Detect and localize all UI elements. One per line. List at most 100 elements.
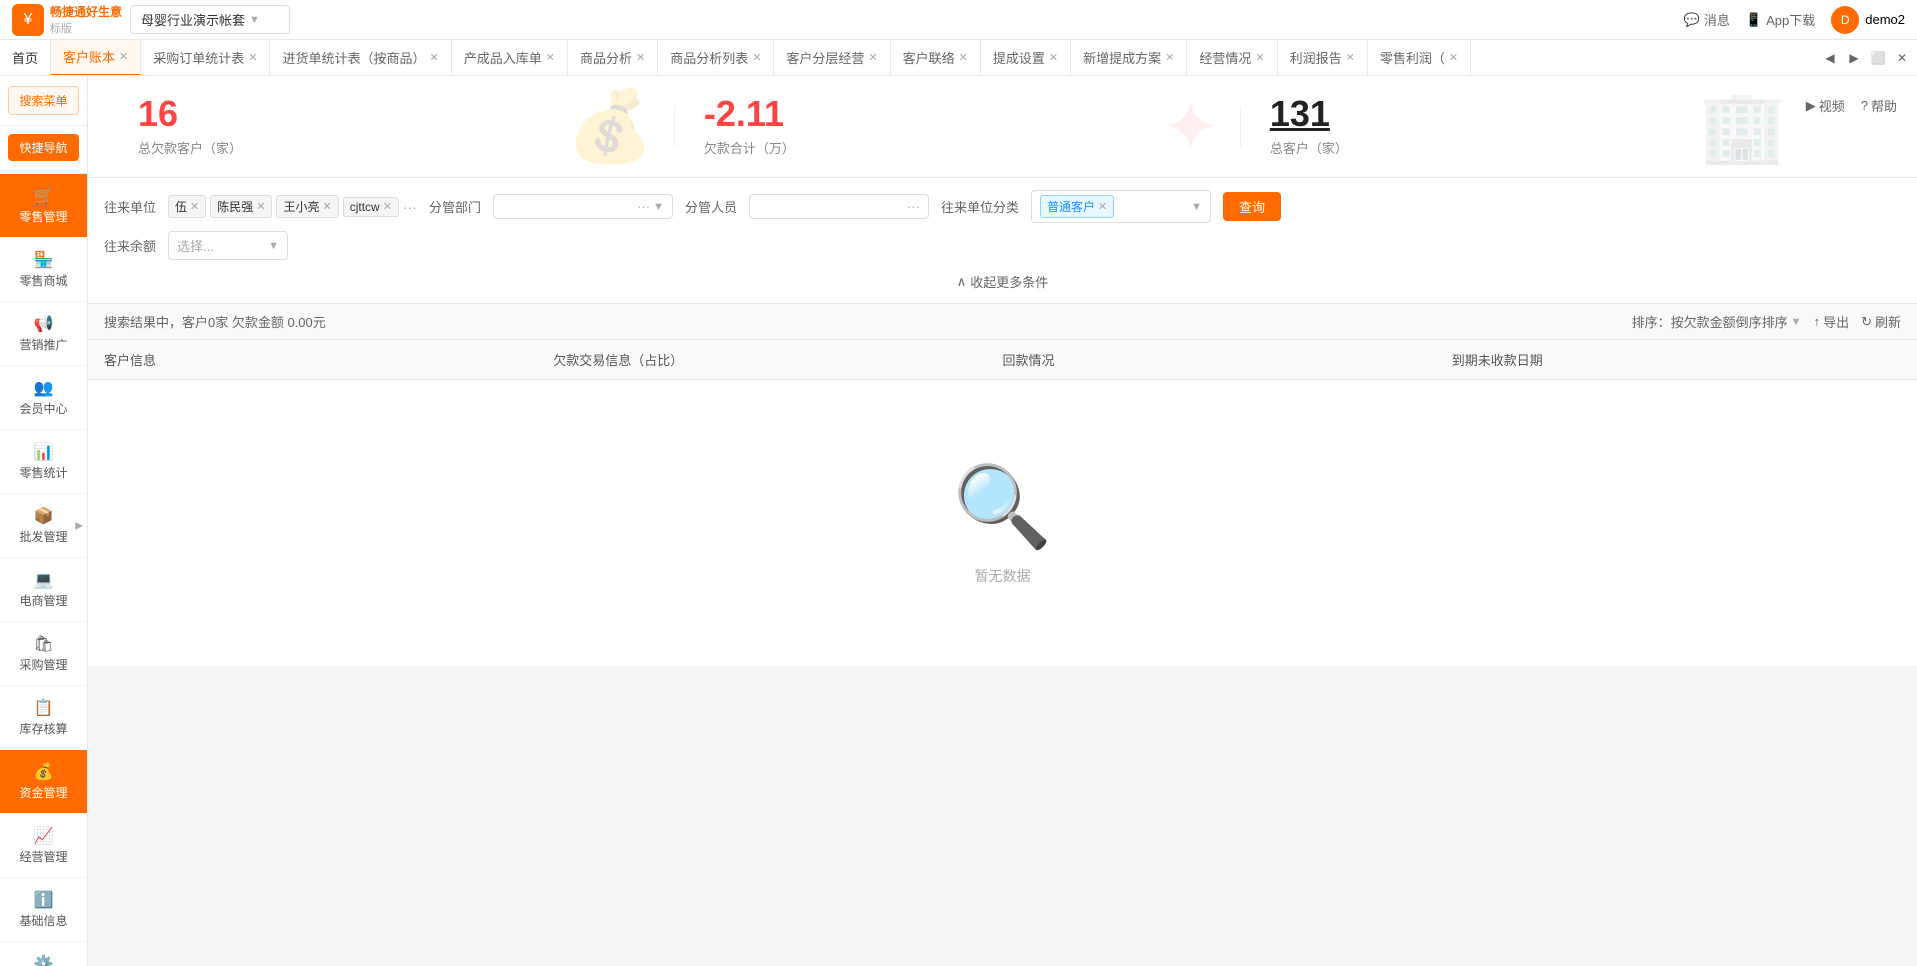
tab-close-contact[interactable]: ✕ xyxy=(959,51,968,64)
sidebar-item-ecommerce[interactable]: 💻 电商管理 xyxy=(0,558,87,622)
inventory-icon: 📋 xyxy=(34,698,54,718)
filter-tag-wang: 王小亮 ✕ xyxy=(276,195,338,218)
total-customers-label: 总客户（家） xyxy=(1270,138,1348,157)
new-promo-tab-label: 新增提成方案 xyxy=(1083,48,1161,67)
sidebar-search-area: 搜索菜单 xyxy=(0,76,87,126)
tab-business-status[interactable]: 经营情况 ✕ xyxy=(1187,40,1277,76)
results-actions: 排序：按欠款金额倒序排序 ▼ ↑ 导出 ↻ 刷新 xyxy=(1632,312,1901,331)
results-info: 搜索结果中，客户0家 欠款金额 0.00元 xyxy=(104,312,326,331)
empty-state: 🔍 暂无数据 xyxy=(88,380,1917,666)
sidebar-item-retail-shop[interactable]: 🏪 零售商城 xyxy=(0,238,87,302)
tab-close-profit[interactable]: ✕ xyxy=(1346,51,1355,64)
sidebar-item-finance[interactable]: 💰 资金管理 xyxy=(0,750,87,814)
batch-expand-icon: ▶ xyxy=(75,520,83,531)
tab-close-promo[interactable]: ✕ xyxy=(1049,51,1058,64)
base-info-icon: ℹ️ xyxy=(34,890,54,910)
more-tags-button[interactable]: ··· xyxy=(403,199,417,215)
tab-customer-tier[interactable]: 客户分层经营 ✕ xyxy=(774,40,890,76)
app-icon: 📱 xyxy=(1746,12,1762,28)
cost-inbound-tab-label: 产成品入库单 xyxy=(464,48,542,67)
collapse-row: ∧ 收起更多条件 xyxy=(104,268,1901,291)
tab-goods-analysis[interactable]: 商品分析 ✕ xyxy=(568,40,658,76)
marketing-icon: 📢 xyxy=(34,314,54,334)
search-button[interactable]: 查询 xyxy=(1223,192,1281,221)
balance-chevron-icon: ▼ xyxy=(268,240,279,252)
dept-select[interactable]: ··· ▼ xyxy=(493,194,673,219)
tab-goods-analysis-list[interactable]: 商品分析列表 ✕ xyxy=(658,40,774,76)
sidebar-item-sys-mgmt[interactable]: ⚙️ 系统管理 xyxy=(0,942,87,966)
remove-wu-button[interactable]: ✕ xyxy=(190,200,199,213)
tab-close-goods[interactable]: ✕ xyxy=(636,51,645,64)
tab-next-button[interactable]: ▶ xyxy=(1843,47,1865,69)
retail-profit-tab-label: 零售利润（ xyxy=(1380,48,1445,67)
sidebar-item-purchase[interactable]: 🛍 采购管理 xyxy=(0,622,87,686)
remove-wang-button[interactable]: ✕ xyxy=(323,200,332,213)
tab-retail-profit[interactable]: 零售利润（ ✕ xyxy=(1368,40,1471,76)
tab-close-inbound[interactable]: ✕ xyxy=(430,51,439,64)
filter-tag-wu-text: 伍 xyxy=(175,198,187,215)
tab-promo-settings[interactable]: 提成设置 ✕ xyxy=(981,40,1071,76)
sidebar-item-operations[interactable]: 📈 经营管理 xyxy=(0,814,87,878)
quick-nav-button[interactable]: 快捷导航 xyxy=(8,134,79,161)
refresh-button[interactable]: ↻ 刷新 xyxy=(1861,312,1901,331)
sidebar-item-retail-mgmt[interactable]: 🛒 零售管理 xyxy=(0,174,87,238)
filter-tag-chen-text: 陈民强 xyxy=(217,198,253,215)
sort-chevron-icon: ▼ xyxy=(1791,316,1802,328)
customers-tab-label: 客户账本 xyxy=(63,47,115,66)
tab-close-tier[interactable]: ✕ xyxy=(868,51,877,64)
tab-customers[interactable]: 客户账本 ✕ xyxy=(51,40,141,76)
person-select[interactable]: ··· xyxy=(749,194,929,219)
tab-close-all-button[interactable]: ✕ xyxy=(1891,47,1913,69)
video-action-button[interactable]: ▶ 视频 xyxy=(1806,96,1845,115)
sidebar-item-members[interactable]: 👥 会员中心 xyxy=(0,366,87,430)
dept-chevron-icon: ▼ xyxy=(653,201,664,213)
user-menu[interactable]: D demo2 xyxy=(1831,6,1905,34)
avatar: D xyxy=(1831,6,1859,34)
balance-select[interactable]: 选择... ▼ xyxy=(168,231,288,260)
remove-chen-button[interactable]: ✕ xyxy=(256,200,265,213)
tab-close-customers[interactable]: ✕ xyxy=(119,50,128,63)
sidebar-item-marketing[interactable]: 📢 营销推广 xyxy=(0,302,87,366)
table-header: 客户信息 欠款交易信息（占比） 回款情况 到期未收款日期 xyxy=(88,340,1917,380)
sidebar-item-base-info[interactable]: ℹ️ 基础信息 xyxy=(0,878,87,942)
tab-profit-report[interactable]: 利润报告 ✕ xyxy=(1278,40,1368,76)
tab-purchase-orders[interactable]: 采购订单统计表 ✕ xyxy=(141,40,270,76)
tab-close-biz[interactable]: ✕ xyxy=(1255,51,1264,64)
customer-tier-tab-label: 客户分层经营 xyxy=(786,48,864,67)
category-filter-label: 往来单位分类 xyxy=(941,197,1019,216)
batch-mgmt-icon: 📦 xyxy=(34,506,54,526)
tab-expand-button[interactable]: ⬜ xyxy=(1867,47,1889,69)
tab-close-retail[interactable]: ✕ xyxy=(1449,51,1458,64)
sidebar-item-retail-stats[interactable]: 📊 零售统计 xyxy=(0,430,87,494)
tab-close-cost[interactable]: ✕ xyxy=(546,51,555,64)
inbound-tab-label: 进货单统计表（按商品） xyxy=(282,48,425,67)
top-bar-right: 💬 消息 📱 App下载 D demo2 xyxy=(1684,6,1905,34)
tab-close-new-promo[interactable]: ✕ xyxy=(1165,51,1174,64)
sort-button[interactable]: 排序：按欠款金额倒序排序 ▼ xyxy=(1632,312,1802,331)
tab-cost-inbound[interactable]: 产成品入库单 ✕ xyxy=(452,40,568,76)
tab-inbound-stats[interactable]: 进货单统计表（按商品） ✕ xyxy=(270,40,451,76)
export-icon: ↑ xyxy=(1814,314,1821,329)
tab-home[interactable]: 首页 xyxy=(0,40,51,76)
remove-cjttcw-button[interactable]: ✕ xyxy=(383,200,392,213)
remove-category-button[interactable]: ✕ xyxy=(1098,200,1107,213)
export-button[interactable]: ↑ 导出 xyxy=(1814,312,1850,331)
filter-tag-wu: 伍 ✕ xyxy=(168,195,206,218)
help-action-button[interactable]: ? 帮助 xyxy=(1861,96,1897,115)
search-menu-button[interactable]: 搜索菜单 xyxy=(8,86,79,115)
filter-tag-chen: 陈民强 ✕ xyxy=(210,195,272,218)
app-download-button[interactable]: 📱 App下载 xyxy=(1746,10,1815,29)
category-select[interactable]: 普通客户 ✕ ▼ xyxy=(1031,190,1211,223)
store-select[interactable]: 母婴行业演示帐套 ▼ xyxy=(130,5,290,34)
tab-customer-contact[interactable]: 客户联络 ✕ xyxy=(891,40,981,76)
messages-button[interactable]: 💬 消息 xyxy=(1684,10,1730,29)
sidebar-item-inventory[interactable]: 📋 库存核算 xyxy=(0,686,87,750)
sidebar-item-batch-mgmt[interactable]: 📦 批发管理 ▶ xyxy=(0,494,87,558)
tab-prev-button[interactable]: ◀ xyxy=(1819,47,1841,69)
tab-new-promo[interactable]: 新增提成方案 ✕ xyxy=(1071,40,1187,76)
tab-close-purchase[interactable]: ✕ xyxy=(248,51,257,64)
collapse-button[interactable]: ∧ 收起更多条件 xyxy=(957,272,1049,291)
tab-close-goods-list[interactable]: ✕ xyxy=(752,51,761,64)
page-content: 💰 16 总欠款客户（家） ✦ -2.11 欠款合计（万） 🏢 131 总客户（… xyxy=(88,76,1917,966)
collapse-up-icon: ∧ xyxy=(957,274,967,290)
